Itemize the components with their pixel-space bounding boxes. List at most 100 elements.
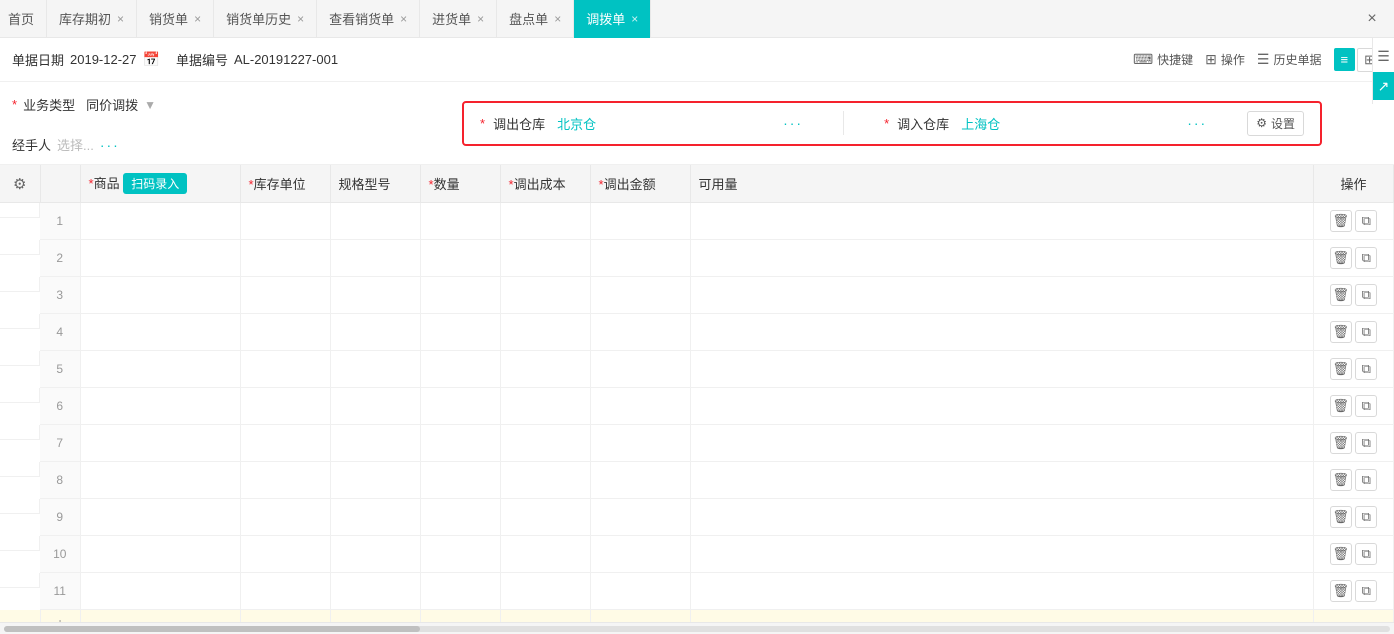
- row-delete-icon[interactable]: 🗑: [1330, 506, 1352, 528]
- tab-view-sales[interactable]: 查看销货单 ×: [317, 0, 420, 38]
- row-unit-cell[interactable]: [240, 314, 330, 351]
- row-delete-icon[interactable]: 🗑: [1330, 432, 1352, 454]
- scrollbar-area[interactable]: [0, 622, 1394, 634]
- row-cost-cell[interactable]: [500, 499, 590, 536]
- warehouse-in-more-icon[interactable]: ···: [1187, 115, 1207, 131]
- row-spec-cell[interactable]: [330, 240, 420, 277]
- row-unit-cell[interactable]: [240, 351, 330, 388]
- row-amount-cell[interactable]: [590, 203, 690, 240]
- row-amount-cell[interactable]: [590, 536, 690, 573]
- row-qty-cell[interactable]: [420, 277, 500, 314]
- row-copy-icon[interactable]: ⧉: [1355, 321, 1377, 343]
- row-product-cell[interactable]: [80, 314, 240, 351]
- row-spec-cell[interactable]: [330, 536, 420, 573]
- table-gear-icon[interactable]: ⚙: [13, 176, 26, 193]
- shortcut-action[interactable]: ⌨ 快捷键: [1133, 51, 1193, 68]
- window-close-button[interactable]: ×: [1358, 5, 1386, 33]
- business-type-select[interactable]: 同价调拨 ▼: [81, 92, 201, 117]
- row-delete-icon[interactable]: 🗑: [1330, 395, 1352, 417]
- row-delete-icon[interactable]: 🗑: [1330, 580, 1352, 602]
- tab-close-transfer[interactable]: ×: [631, 13, 638, 25]
- row-delete-icon[interactable]: 🗑: [1330, 358, 1352, 380]
- tab-close-view-sales[interactable]: ×: [400, 13, 407, 25]
- row-qty-cell[interactable]: [420, 203, 500, 240]
- row-copy-icon[interactable]: ⧉: [1355, 395, 1377, 417]
- scrollbar-track[interactable]: [4, 626, 1390, 632]
- right-panel-expand-icon[interactable]: ↗: [1373, 72, 1394, 100]
- row-cost-cell[interactable]: [500, 573, 590, 610]
- scan-button[interactable]: 扫码录入: [123, 173, 187, 194]
- row-copy-icon[interactable]: ⧉: [1355, 358, 1377, 380]
- row-cost-cell[interactable]: [500, 388, 590, 425]
- tab-purchase[interactable]: 进货单 ×: [420, 0, 497, 38]
- row-copy-icon[interactable]: ⧉: [1355, 284, 1377, 306]
- row-delete-icon[interactable]: 🗑: [1330, 543, 1352, 565]
- tab-close-sales-order[interactable]: ×: [194, 13, 201, 25]
- row-copy-icon[interactable]: ⧉: [1355, 543, 1377, 565]
- tab-close-inventory-init[interactable]: ×: [117, 13, 124, 25]
- row-delete-icon[interactable]: 🗑: [1330, 284, 1352, 306]
- row-delete-icon[interactable]: 🗑: [1330, 210, 1352, 232]
- row-cost-cell[interactable]: [500, 425, 590, 462]
- view-list-button[interactable]: ≡: [1334, 48, 1356, 71]
- tab-home[interactable]: 首页: [8, 0, 47, 38]
- row-spec-cell[interactable]: [330, 388, 420, 425]
- row-qty-cell[interactable]: [420, 314, 500, 351]
- row-product-cell[interactable]: [80, 277, 240, 314]
- calendar-icon[interactable]: 📅: [143, 51, 160, 68]
- row-copy-icon[interactable]: ⧉: [1355, 210, 1377, 232]
- row-qty-cell[interactable]: [420, 425, 500, 462]
- row-spec-cell[interactable]: [330, 277, 420, 314]
- row-cost-cell[interactable]: [500, 203, 590, 240]
- row-copy-icon[interactable]: ⧉: [1355, 469, 1377, 491]
- row-product-cell[interactable]: [80, 351, 240, 388]
- warehouse-in-value[interactable]: 上海仓: [961, 114, 1000, 133]
- row-delete-icon[interactable]: 🗑: [1330, 321, 1352, 343]
- row-amount-cell[interactable]: [590, 388, 690, 425]
- row-qty-cell[interactable]: [420, 462, 500, 499]
- tab-close-sales-history[interactable]: ×: [297, 13, 304, 25]
- row-product-cell[interactable]: [80, 462, 240, 499]
- row-copy-icon[interactable]: ⧉: [1355, 580, 1377, 602]
- row-qty-cell[interactable]: [420, 351, 500, 388]
- row-unit-cell[interactable]: [240, 203, 330, 240]
- row-product-cell[interactable]: [80, 425, 240, 462]
- row-qty-cell[interactable]: [420, 499, 500, 536]
- row-unit-cell[interactable]: [240, 573, 330, 610]
- row-spec-cell[interactable]: [330, 314, 420, 351]
- row-cost-cell[interactable]: [500, 536, 590, 573]
- handler-placeholder[interactable]: 选择...: [57, 135, 94, 154]
- tab-inventory-init[interactable]: 库存期初 ×: [47, 0, 137, 38]
- row-amount-cell[interactable]: [590, 499, 690, 536]
- row-product-cell[interactable]: [80, 499, 240, 536]
- row-unit-cell[interactable]: [240, 499, 330, 536]
- row-cost-cell[interactable]: [500, 240, 590, 277]
- operation-action[interactable]: ⊞ 操作: [1205, 51, 1245, 68]
- row-cost-cell[interactable]: [500, 462, 590, 499]
- right-panel-list-icon[interactable]: ☰: [1373, 42, 1394, 70]
- row-unit-cell[interactable]: [240, 536, 330, 573]
- row-amount-cell[interactable]: [590, 314, 690, 351]
- history-action[interactable]: ☰ 历史单据: [1257, 51, 1322, 68]
- scrollbar-thumb[interactable]: [4, 626, 420, 632]
- row-spec-cell[interactable]: [330, 462, 420, 499]
- row-spec-cell[interactable]: [330, 499, 420, 536]
- row-spec-cell[interactable]: [330, 573, 420, 610]
- row-qty-cell[interactable]: [420, 240, 500, 277]
- row-copy-icon[interactable]: ⧉: [1355, 506, 1377, 528]
- row-unit-cell[interactable]: [240, 462, 330, 499]
- col-gear-header[interactable]: ⚙: [0, 165, 40, 203]
- row-product-cell[interactable]: [80, 536, 240, 573]
- row-cost-cell[interactable]: [500, 351, 590, 388]
- row-product-cell[interactable]: [80, 573, 240, 610]
- row-product-cell[interactable]: [80, 240, 240, 277]
- row-unit-cell[interactable]: [240, 425, 330, 462]
- row-amount-cell[interactable]: [590, 425, 690, 462]
- tab-close-purchase[interactable]: ×: [477, 13, 484, 25]
- tab-sales-history[interactable]: 销货单历史 ×: [214, 0, 317, 38]
- row-cost-cell[interactable]: [500, 277, 590, 314]
- tab-sales-order[interactable]: 销货单 ×: [137, 0, 214, 38]
- row-delete-icon[interactable]: 🗑: [1330, 469, 1352, 491]
- row-unit-cell[interactable]: [240, 240, 330, 277]
- warehouse-out-value[interactable]: 北京仓: [557, 114, 596, 133]
